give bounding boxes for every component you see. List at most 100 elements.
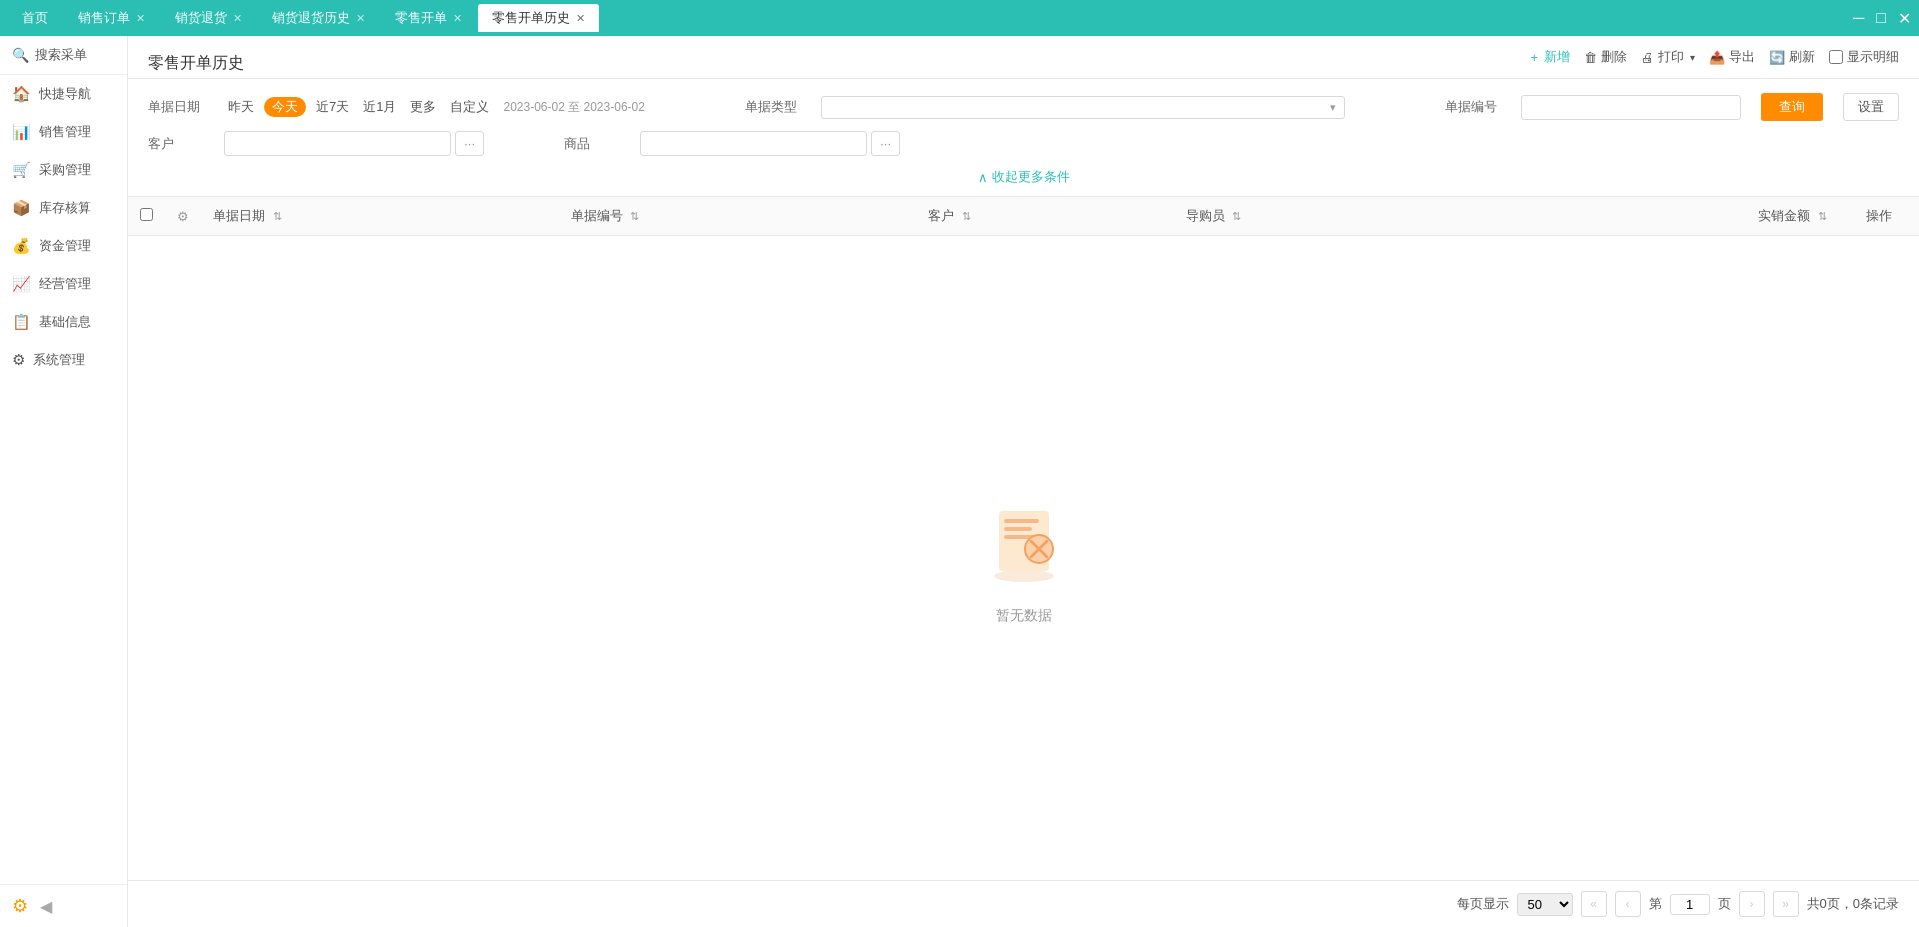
th-guide[interactable]: 导购员 ⇅ <box>1174 197 1482 236</box>
select-all-checkbox[interactable] <box>140 208 153 221</box>
tab-bar: 首页 销售订单 ✕ 销货退货 ✕ 销货退货历史 ✕ 零售开单 ✕ 零售开单历史 … <box>0 0 1919 36</box>
date-opt-7days[interactable]: 近7天 <box>312 97 353 117</box>
date-opt-1month[interactable]: 近1月 <box>359 97 400 117</box>
customer-input[interactable] <box>224 131 451 156</box>
th-ops: 操作 <box>1839 197 1919 236</box>
sort-amount-icon: ⇅ <box>1818 210 1827 222</box>
sidebar-item-basic-info[interactable]: 📋 基础信息 <box>0 303 127 341</box>
date-opt-yesterday[interactable]: 昨天 <box>224 97 258 117</box>
total-text: 共0页，0条记录 <box>1807 895 1899 913</box>
order-type-select[interactable]: ▾ <box>821 96 1345 119</box>
sort-guide-icon: ⇅ <box>1232 210 1241 222</box>
last-page-btn[interactable]: » <box>1773 891 1799 917</box>
refresh-button[interactable]: 🔄 刷新 <box>1769 48 1815 66</box>
tab-close-retail-open[interactable]: ✕ <box>453 12 462 25</box>
filter-panel: 单据日期 昨天 今天 近7天 近1月 更多 自定义 2023-06-02 至 2… <box>128 79 1919 197</box>
th-amount[interactable]: 实销金额 ⇅ <box>1481 197 1839 236</box>
setting-button[interactable]: 设置 <box>1843 93 1899 121</box>
th-number[interactable]: 单据编号 ⇅ <box>559 197 917 236</box>
date-range-display: 2023-06-02 至 2023-06-02 <box>503 99 644 116</box>
sidebar-item-operations[interactable]: 📈 经营管理 <box>0 265 127 303</box>
content-area: 零售开单历史 + 新增 🗑 删除 🖨 打印 ▾ 📤 导出 <box>128 36 1919 927</box>
print-button[interactable]: 🖨 打印 ▾ <box>1641 48 1695 66</box>
export-button[interactable]: 📤 导出 <box>1709 48 1755 66</box>
settings-gear-icon[interactable]: ⚙ <box>12 895 28 917</box>
date-opt-today[interactable]: 今天 <box>264 97 306 117</box>
tab-sales-return[interactable]: 销货退货 ✕ <box>161 4 256 32</box>
th-customer[interactable]: 客户 ⇅ <box>916 197 1173 236</box>
tab-close-retail-history[interactable]: ✕ <box>576 12 585 25</box>
svg-point-0 <box>994 570 1054 582</box>
sidebar-item-inventory[interactable]: 📦 库存核算 <box>0 189 127 227</box>
order-number-label: 单据编号 <box>1445 98 1501 116</box>
customer-ellipsis-btn[interactable]: ··· <box>455 131 484 156</box>
date-label: 单据日期 <box>148 98 204 116</box>
delete-button[interactable]: 🗑 删除 <box>1584 48 1627 66</box>
main-layout: 🔍 搜索采单 🏠 快捷导航 📊 销售管理 🛒 采购管理 📦 库存核算 💰 资金管… <box>0 36 1919 927</box>
empty-illustration <box>974 491 1074 591</box>
tab-close-sales-return-history[interactable]: ✕ <box>356 12 365 25</box>
order-number-input[interactable] <box>1521 95 1741 120</box>
tab-close-sales-order[interactable]: ✕ <box>136 12 145 25</box>
filter-row-2: 客户 ··· 商品 ··· <box>148 131 1899 156</box>
empty-state: 暂无数据 <box>128 236 1919 880</box>
collapse-button[interactable]: ∧ 收起更多条件 <box>978 168 1070 186</box>
finance-icon: 💰 <box>12 237 31 255</box>
page-number-input[interactable] <box>1670 894 1710 915</box>
th-checkbox <box>128 197 165 236</box>
page-unit: 页 <box>1718 895 1731 913</box>
page-header: 零售开单历史 + 新增 🗑 删除 🖨 打印 ▾ 📤 导出 <box>128 36 1919 79</box>
date-opt-custom[interactable]: 自定义 <box>446 97 493 117</box>
window-max-btn[interactable]: □ <box>1876 9 1886 27</box>
th-date[interactable]: 单据日期 ⇅ <box>201 197 559 236</box>
add-button[interactable]: + 新增 <box>1530 48 1570 66</box>
prev-page-btn[interactable]: ‹ <box>1615 891 1641 917</box>
window-controls: ─ □ ✕ <box>1853 9 1911 28</box>
svg-rect-2 <box>1004 519 1039 523</box>
customer-label: 客户 <box>148 135 204 153</box>
table-settings-icon[interactable]: ⚙ <box>177 209 189 224</box>
sidebar-item-system[interactable]: ⚙ 系统管理 <box>0 341 127 379</box>
tab-retail-history[interactable]: 零售开单历史 ✕ <box>478 4 599 32</box>
tab-close-sales-return[interactable]: ✕ <box>233 12 242 25</box>
sidebar-item-quick-nav[interactable]: 🏠 快捷导航 <box>0 75 127 113</box>
tab-retail-open[interactable]: 零售开单 ✕ <box>381 4 476 32</box>
tab-sales-order[interactable]: 销售订单 ✕ <box>64 4 159 32</box>
system-icon: ⚙ <box>12 351 25 369</box>
sales-icon: 📊 <box>12 123 31 141</box>
sidebar-item-purchase-mgmt[interactable]: 🛒 采购管理 <box>0 151 127 189</box>
first-page-btn[interactable]: « <box>1581 891 1607 917</box>
empty-text: 暂无数据 <box>996 607 1052 625</box>
product-input[interactable] <box>640 131 867 156</box>
sidebar-search[interactable]: 🔍 搜索采单 <box>0 36 127 75</box>
display-detail-input[interactable] <box>1829 50 1843 64</box>
query-button[interactable]: 查询 <box>1761 93 1823 121</box>
sidebar-item-sales-mgmt[interactable]: 📊 销售管理 <box>0 113 127 151</box>
th-settings: ⚙ <box>165 197 201 236</box>
delete-icon: 🗑 <box>1584 50 1597 65</box>
date-opt-more[interactable]: 更多 <box>406 97 440 117</box>
search-icon: 🔍 <box>12 47 29 63</box>
product-ellipsis-btn[interactable]: ··· <box>871 131 900 156</box>
sidebar: 🔍 搜索采单 🏠 快捷导航 📊 销售管理 🛒 采购管理 📦 库存核算 💰 资金管… <box>0 36 128 927</box>
header-actions: + 新增 🗑 删除 🖨 打印 ▾ 📤 导出 🔄 <box>1530 48 1899 78</box>
display-detail-checkbox[interactable]: 显示明细 <box>1829 48 1899 66</box>
per-page-select[interactable]: 50 20 100 <box>1517 893 1573 916</box>
print-icon: 🖨 <box>1641 50 1654 65</box>
page-title: 零售开单历史 <box>148 53 244 74</box>
tab-sales-return-history[interactable]: 销货退货历史 ✕ <box>258 4 379 32</box>
filter-row-1: 单据日期 昨天 今天 近7天 近1月 更多 自定义 2023-06-02 至 2… <box>148 93 1899 121</box>
order-type-label: 单据类型 <box>745 98 801 116</box>
tab-home[interactable]: 首页 <box>8 4 62 32</box>
sidebar-item-finance[interactable]: 💰 资金管理 <box>0 227 127 265</box>
table-container: ⚙ 单据日期 ⇅ 单据编号 ⇅ 客户 <box>128 197 1919 880</box>
window-close-btn[interactable]: ✕ <box>1898 9 1911 28</box>
home-icon: 🏠 <box>12 85 31 103</box>
next-page-btn[interactable]: › <box>1739 891 1765 917</box>
window-min-btn[interactable]: ─ <box>1853 9 1864 27</box>
sort-date-icon: ⇅ <box>273 210 282 222</box>
svg-rect-3 <box>1004 527 1032 531</box>
collapse-sidebar-icon[interactable]: ◀ <box>40 897 52 916</box>
operations-icon: 📈 <box>12 275 31 293</box>
inventory-icon: 📦 <box>12 199 31 217</box>
